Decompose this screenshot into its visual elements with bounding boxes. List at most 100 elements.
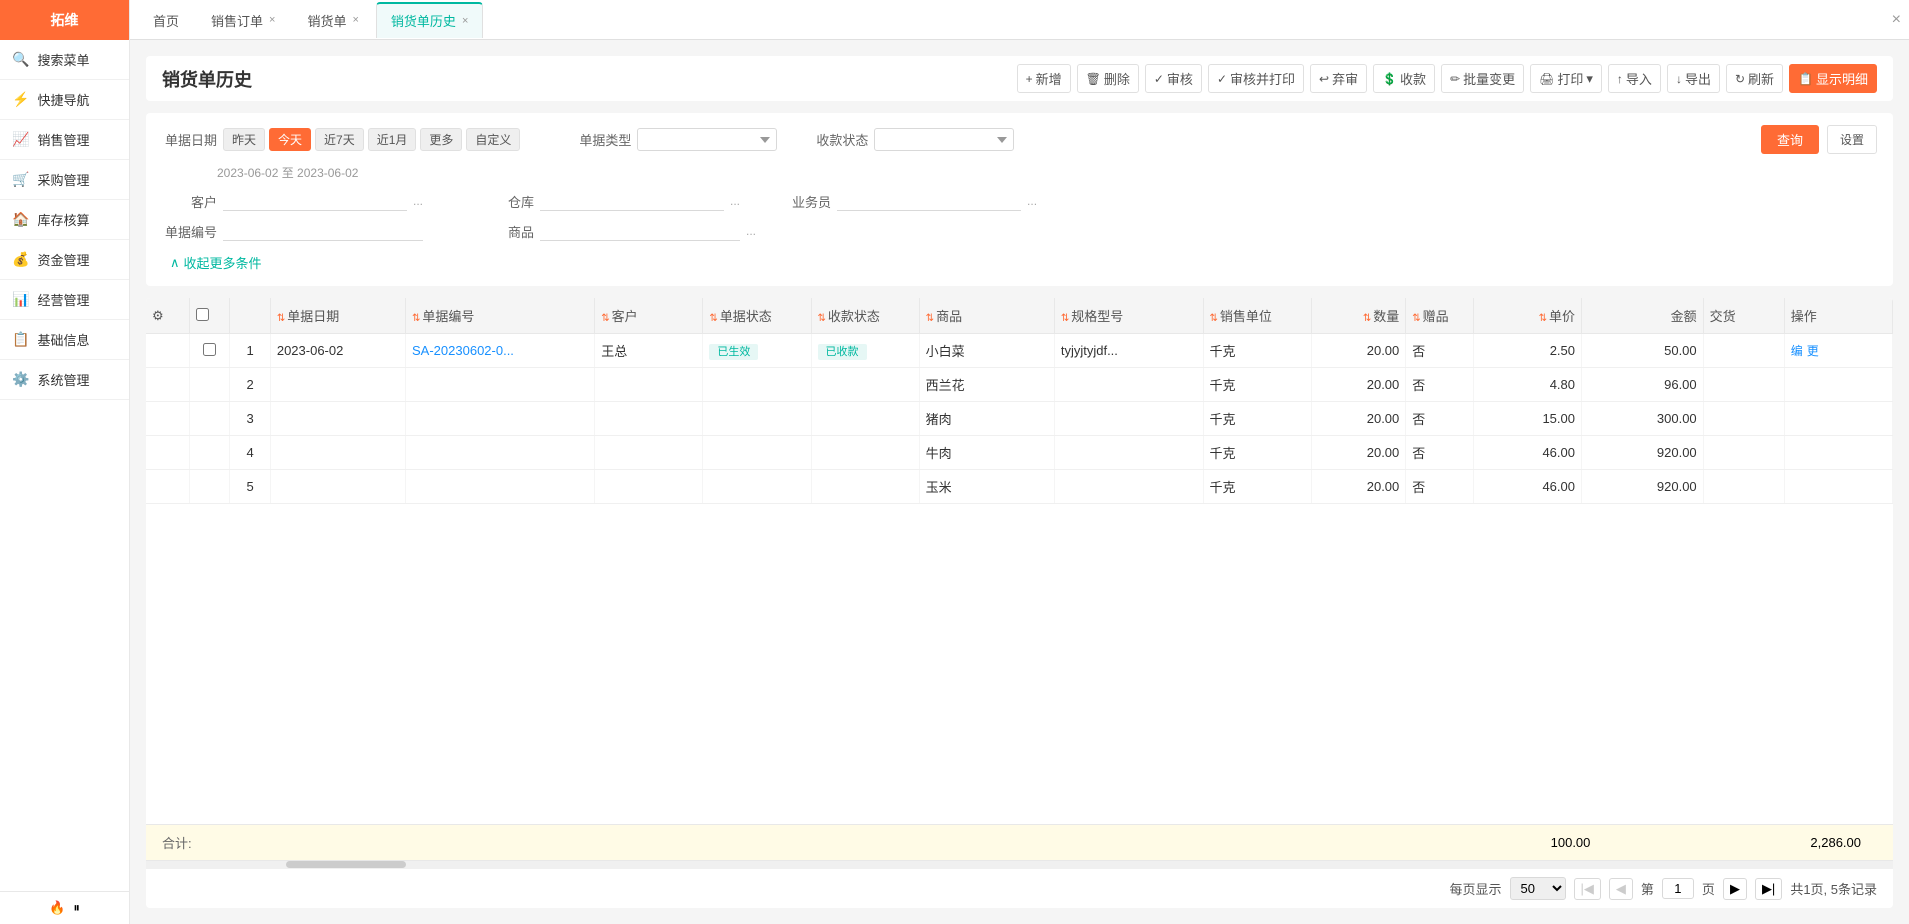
edit-action[interactable]: 编: [1791, 344, 1803, 358]
row-goods-cell: 玉米: [919, 470, 1054, 504]
next-page-button[interactable]: ▶: [1723, 878, 1747, 900]
column-spec[interactable]: ⇅规格型号: [1054, 298, 1203, 334]
column-gift[interactable]: ⇅赠品: [1406, 298, 1474, 334]
pagination-area: 每页显示 50 100 200 |◀ ◀ 第 页 ▶ ▶| 共1页, 5条记录: [146, 868, 1893, 908]
row-qty-cell: 20.00: [1311, 436, 1406, 470]
delete-button[interactable]: 🗑 删除: [1077, 64, 1139, 93]
sidebar-item-search-menu[interactable]: 🔍 搜索菜单: [0, 40, 129, 80]
tab-sales-goods[interactable]: 销货单 ×: [292, 2, 373, 38]
audit-print-button[interactable]: ✓ 审核并打印: [1208, 64, 1304, 93]
column-price[interactable]: ⇅单价: [1473, 298, 1581, 334]
row-action-cell: [1784, 402, 1892, 436]
date-btn-today[interactable]: 今天: [269, 128, 311, 151]
date-btn-more[interactable]: 更多: [420, 128, 462, 151]
chevron-up-icon: ∧: [170, 255, 180, 271]
date-btn-7days[interactable]: 近7天: [315, 128, 364, 151]
row-doc-status-cell: [703, 470, 811, 504]
pay-status-select[interactable]: [874, 128, 1014, 151]
row-customer-cell: [595, 470, 703, 504]
more-conditions-toggle[interactable]: ∧ 收起更多条件: [162, 251, 1877, 274]
sidebar-item-label: 搜索菜单: [37, 50, 89, 69]
row-checkbox-cell: [189, 402, 230, 436]
doc-type-select[interactable]: [637, 128, 777, 151]
fire-icon[interactable]: 🔥: [49, 900, 65, 916]
staff-ellipsis[interactable]: ...: [1027, 194, 1037, 208]
staff-input[interactable]: [837, 191, 1021, 211]
first-page-button[interactable]: |◀: [1574, 878, 1601, 900]
query-button[interactable]: 查询: [1761, 125, 1819, 154]
row-amount-cell: 50.00: [1582, 334, 1704, 368]
tab-home[interactable]: 首页: [138, 2, 194, 38]
warehouse-ellipsis[interactable]: ...: [730, 194, 740, 208]
more-action[interactable]: 更: [1807, 344, 1819, 358]
show-detail-button[interactable]: 📋 显示明细: [1789, 64, 1877, 93]
pause-icon[interactable]: ⏸: [73, 900, 80, 916]
warehouse-input[interactable]: [540, 191, 724, 211]
window-close-button[interactable]: ×: [1892, 11, 1901, 29]
tab-sales-goods-close[interactable]: ×: [352, 14, 358, 26]
table-scroll-wrapper[interactable]: ⚙ ⇅单据日期 ⇅单据编号 ⇅客户 ⇅单据状态 ⇅收款状态 ⇅商品 ⇅规格型号 …: [146, 298, 1893, 824]
column-goods[interactable]: ⇅商品: [919, 298, 1054, 334]
sidebar-bottom: 🔥 ⏸: [0, 891, 129, 924]
date-btn-custom[interactable]: 自定义: [466, 128, 520, 151]
print-button[interactable]: 🖨 打印 ▾: [1530, 64, 1602, 93]
audit-button[interactable]: ✓ 审核: [1145, 64, 1202, 93]
page-number-input[interactable]: [1662, 878, 1694, 899]
customer-input[interactable]: [223, 191, 407, 211]
customer-label: 客户: [162, 192, 217, 211]
sidebar-item-quick-nav[interactable]: ⚡ 快捷导航: [0, 80, 129, 120]
export-button[interactable]: ↓ 导出: [1667, 64, 1720, 93]
row-action-cell: [1784, 368, 1892, 402]
doc-no-input[interactable]: [223, 221, 423, 241]
import-button[interactable]: ↑ 导入: [1608, 64, 1661, 93]
row-checkbox[interactable]: [203, 343, 216, 356]
settings-button[interactable]: 设置: [1827, 125, 1877, 154]
column-doc-status[interactable]: ⇅单据状态: [703, 298, 811, 334]
total-info: 共1页, 5条记录: [1790, 879, 1877, 898]
sidebar-item-inventory-calc[interactable]: 🏠 库存核算: [0, 200, 129, 240]
column-customer[interactable]: ⇅客户: [595, 298, 703, 334]
horizontal-scrollbar[interactable]: [146, 860, 1893, 868]
sidebar-item-basic-info[interactable]: 📋 基础信息: [0, 320, 129, 360]
row-goods-cell: 西兰花: [919, 368, 1054, 402]
collect-button[interactable]: 💲 收款: [1373, 64, 1435, 93]
row-price-cell: 46.00: [1473, 470, 1581, 504]
sidebar-item-ops-mgmt[interactable]: 📊 经营管理: [0, 280, 129, 320]
row-action-cell: [1784, 470, 1892, 504]
column-qty[interactable]: ⇅数量: [1311, 298, 1406, 334]
column-doc-date[interactable]: ⇅单据日期: [270, 298, 405, 334]
abandon-button[interactable]: ↩ 弃审: [1310, 64, 1367, 93]
tab-sales-order-close[interactable]: ×: [269, 14, 275, 26]
column-amount: 金额: [1582, 298, 1704, 334]
row-unit-cell: 千克: [1203, 402, 1311, 436]
customer-ellipsis[interactable]: ...: [413, 194, 423, 208]
goods-ellipsis[interactable]: ...: [746, 224, 756, 238]
column-gear[interactable]: ⚙: [146, 298, 189, 334]
sidebar-item-sys-mgmt[interactable]: ⚙️ 系统管理: [0, 360, 129, 400]
column-unit[interactable]: ⇅销售单位: [1203, 298, 1311, 334]
sidebar-item-sales-mgmt[interactable]: 📈 销售管理: [0, 120, 129, 160]
row-unit-cell: 千克: [1203, 368, 1311, 402]
goods-input[interactable]: [540, 221, 740, 241]
tab-sales-history-close[interactable]: ×: [462, 15, 468, 27]
select-all-checkbox[interactable]: [196, 308, 209, 321]
last-page-button[interactable]: ▶|: [1755, 878, 1782, 900]
doc-no-link[interactable]: SA-20230602-0...: [412, 343, 514, 358]
date-btn-yesterday[interactable]: 昨天: [223, 128, 265, 151]
tab-sales-order[interactable]: 销售订单 ×: [196, 2, 290, 38]
row-doc-status-cell: 已生效: [703, 334, 811, 368]
date-btn-1month[interactable]: 近1月: [368, 128, 417, 151]
column-pay-status[interactable]: ⇅收款状态: [811, 298, 919, 334]
column-doc-no[interactable]: ⇅单据编号: [406, 298, 595, 334]
tab-sales-history[interactable]: 销货单历史 ×: [376, 2, 483, 38]
page-size-select[interactable]: 50 100 200: [1510, 877, 1566, 900]
prev-page-button[interactable]: ◀: [1609, 878, 1633, 900]
sidebar-item-finance-mgmt[interactable]: 💰 资金管理: [0, 240, 129, 280]
refresh-button[interactable]: ↻ 刷新: [1726, 64, 1783, 93]
toolbar: + 新增 🗑 删除 ✓ 审核 ✓ 审核并打印 ↩ 弃审: [1017, 64, 1877, 93]
new-button[interactable]: + 新增: [1017, 64, 1071, 93]
batch-change-button[interactable]: ✏ 批量变更: [1441, 64, 1524, 93]
sidebar-item-purchase-mgmt[interactable]: 🛒 采购管理: [0, 160, 129, 200]
row-doc-no-cell: [406, 402, 595, 436]
row-goods-cell: 猪肉: [919, 402, 1054, 436]
